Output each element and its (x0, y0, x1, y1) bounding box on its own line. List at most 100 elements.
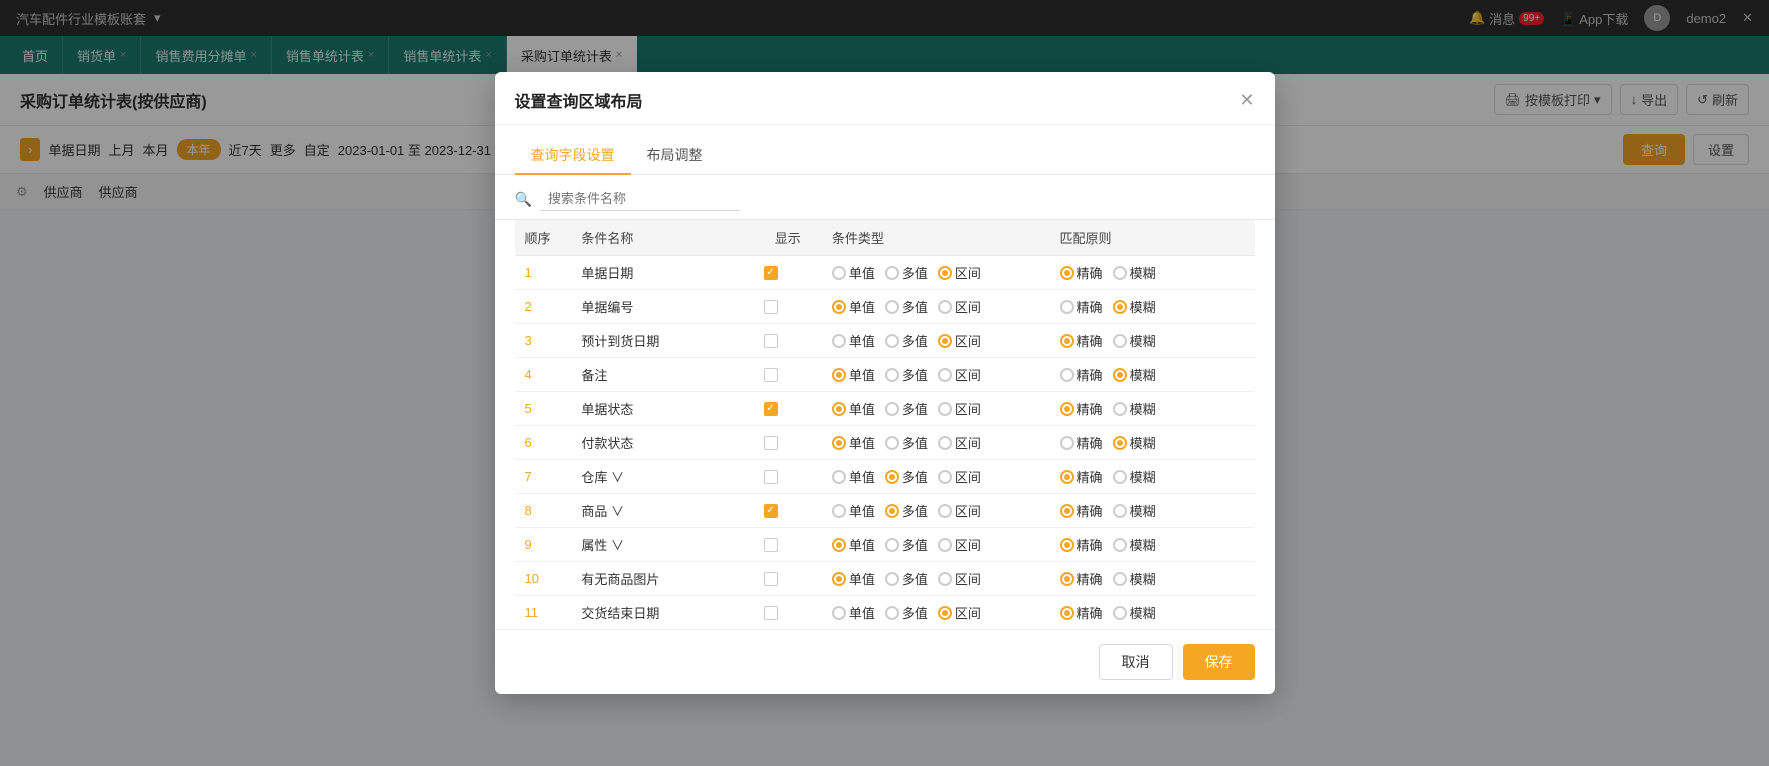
match-radio-精确[interactable]: 精确 (1060, 603, 1103, 622)
type-radio-区间[interactable]: 区间 (938, 535, 981, 554)
match-radio-模糊[interactable]: 模糊 (1113, 433, 1156, 452)
match-radio-模糊[interactable]: 模糊 (1113, 535, 1156, 554)
type-radio-多值[interactable]: 多值 (885, 535, 928, 554)
match-radio-精确[interactable]: 精确 (1060, 501, 1103, 520)
match-radio-精确[interactable]: 精确 (1060, 433, 1103, 452)
row-show-checkbox[interactable] (754, 528, 822, 562)
search-icon: 🔍 (515, 191, 532, 208)
type-radio-多值[interactable]: 多值 (885, 399, 928, 418)
type-radio-区间[interactable]: 区间 (938, 297, 981, 316)
type-radio-单值[interactable]: 单值 (832, 535, 875, 554)
search-input[interactable] (540, 187, 740, 211)
row-show-checkbox[interactable] (754, 460, 822, 494)
row-show-checkbox[interactable] (754, 290, 822, 324)
match-radio-精确[interactable]: 精确 (1060, 365, 1103, 384)
match-radio-精确[interactable]: 精确 (1060, 535, 1103, 554)
type-radio-区间[interactable]: 区间 (938, 399, 981, 418)
type-radio-区间[interactable]: 区间 (938, 569, 981, 588)
match-radio-模糊[interactable]: 模糊 (1113, 263, 1156, 282)
type-radio-多值[interactable]: 多值 (885, 365, 928, 384)
type-radio-单值[interactable]: 单值 (832, 569, 875, 588)
col-header-name: 条件名称 (571, 220, 753, 256)
tab-layout-adjust[interactable]: 布局调整 (631, 137, 719, 175)
show-checkbox[interactable] (764, 538, 778, 552)
show-checkbox[interactable] (764, 300, 778, 314)
type-radio-多值[interactable]: 多值 (885, 331, 928, 350)
match-radio-精确[interactable]: 精确 (1060, 331, 1103, 350)
row-show-checkbox[interactable] (754, 392, 822, 426)
type-radio-多值[interactable]: 多值 (885, 501, 928, 520)
row-show-checkbox[interactable] (754, 596, 822, 630)
type-radio-多值[interactable]: 多值 (885, 433, 928, 452)
type-radio-单值[interactable]: 单值 (832, 297, 875, 316)
radio-circle-icon (1113, 606, 1127, 620)
match-radio-精确[interactable]: 精确 (1060, 467, 1103, 486)
cancel-button[interactable]: 取消 (1099, 644, 1173, 680)
show-checkbox[interactable] (764, 572, 778, 586)
type-radio-区间[interactable]: 区间 (938, 603, 981, 622)
row-order: 5 (515, 392, 572, 426)
type-radio-多值[interactable]: 多值 (885, 603, 928, 622)
type-radio-多值[interactable]: 多值 (885, 263, 928, 282)
show-checkbox[interactable] (764, 504, 778, 518)
type-radio-多值[interactable]: 多值 (885, 297, 928, 316)
radio-label: 多值 (902, 467, 928, 486)
match-radio-精确[interactable]: 精确 (1060, 263, 1103, 282)
match-radio-模糊[interactable]: 模糊 (1113, 569, 1156, 588)
type-radio-单值[interactable]: 单值 (832, 331, 875, 350)
match-radio-精确[interactable]: 精确 (1060, 399, 1103, 418)
dialog-close-button[interactable]: ✕ (1239, 90, 1254, 111)
match-radio-模糊[interactable]: 模糊 (1113, 467, 1156, 486)
row-show-checkbox[interactable] (754, 426, 822, 460)
type-radio-区间[interactable]: 区间 (938, 501, 981, 520)
type-radio-区间[interactable]: 区间 (938, 331, 981, 350)
match-radio-模糊[interactable]: 模糊 (1113, 399, 1156, 418)
match-radio-模糊[interactable]: 模糊 (1113, 603, 1156, 622)
row-match-options: 精确模糊 (1050, 562, 1255, 596)
show-checkbox[interactable] (764, 470, 778, 484)
radio-label: 区间 (955, 569, 981, 588)
radio-circle-icon (832, 538, 846, 552)
radio-circle-icon (885, 470, 899, 484)
show-checkbox[interactable] (764, 436, 778, 450)
type-radio-单值[interactable]: 单值 (832, 399, 875, 418)
match-radio-模糊[interactable]: 模糊 (1113, 501, 1156, 520)
radio-circle-icon (885, 402, 899, 416)
row-show-checkbox[interactable] (754, 358, 822, 392)
type-radio-单值[interactable]: 单值 (832, 433, 875, 452)
type-radio-多值[interactable]: 多值 (885, 569, 928, 588)
type-radio-单值[interactable]: 单值 (832, 263, 875, 282)
type-radio-区间[interactable]: 区间 (938, 433, 981, 452)
row-order: 11 (515, 596, 572, 630)
row-show-checkbox[interactable] (754, 494, 822, 528)
type-radio-多值[interactable]: 多值 (885, 467, 928, 486)
match-radio-模糊[interactable]: 模糊 (1113, 365, 1156, 384)
radio-label: 单值 (849, 365, 875, 384)
tab-query-fields[interactable]: 查询字段设置 (515, 137, 631, 175)
type-radio-单值[interactable]: 单值 (832, 603, 875, 622)
row-show-checkbox[interactable] (754, 324, 822, 358)
type-radio-区间[interactable]: 区间 (938, 365, 981, 384)
row-show-checkbox[interactable] (754, 562, 822, 596)
save-button[interactable]: 保存 (1183, 644, 1255, 680)
show-checkbox[interactable] (764, 402, 778, 416)
show-checkbox[interactable] (764, 266, 778, 280)
radio-circle-icon (1060, 334, 1074, 348)
type-radio-区间[interactable]: 区间 (938, 467, 981, 486)
match-radio-模糊[interactable]: 模糊 (1113, 331, 1156, 350)
show-checkbox[interactable] (764, 606, 778, 620)
radio-label: 多值 (902, 399, 928, 418)
show-checkbox[interactable] (764, 334, 778, 348)
table-row: 1单据日期单值多值区间精确模糊 (515, 256, 1255, 290)
type-radio-区间[interactable]: 区间 (938, 263, 981, 282)
type-radio-单值[interactable]: 单值 (832, 467, 875, 486)
match-radio-模糊[interactable]: 模糊 (1113, 297, 1156, 316)
type-radio-单值[interactable]: 单值 (832, 365, 875, 384)
type-radio-单值[interactable]: 单值 (832, 501, 875, 520)
row-type-options: 单值 多值区间 (822, 460, 1050, 494)
table-row: 3预计到货日期单值多值区间精确模糊 (515, 324, 1255, 358)
show-checkbox[interactable] (764, 368, 778, 382)
row-show-checkbox[interactable] (754, 256, 822, 290)
match-radio-精确[interactable]: 精确 (1060, 569, 1103, 588)
match-radio-精确[interactable]: 精确 (1060, 297, 1103, 316)
